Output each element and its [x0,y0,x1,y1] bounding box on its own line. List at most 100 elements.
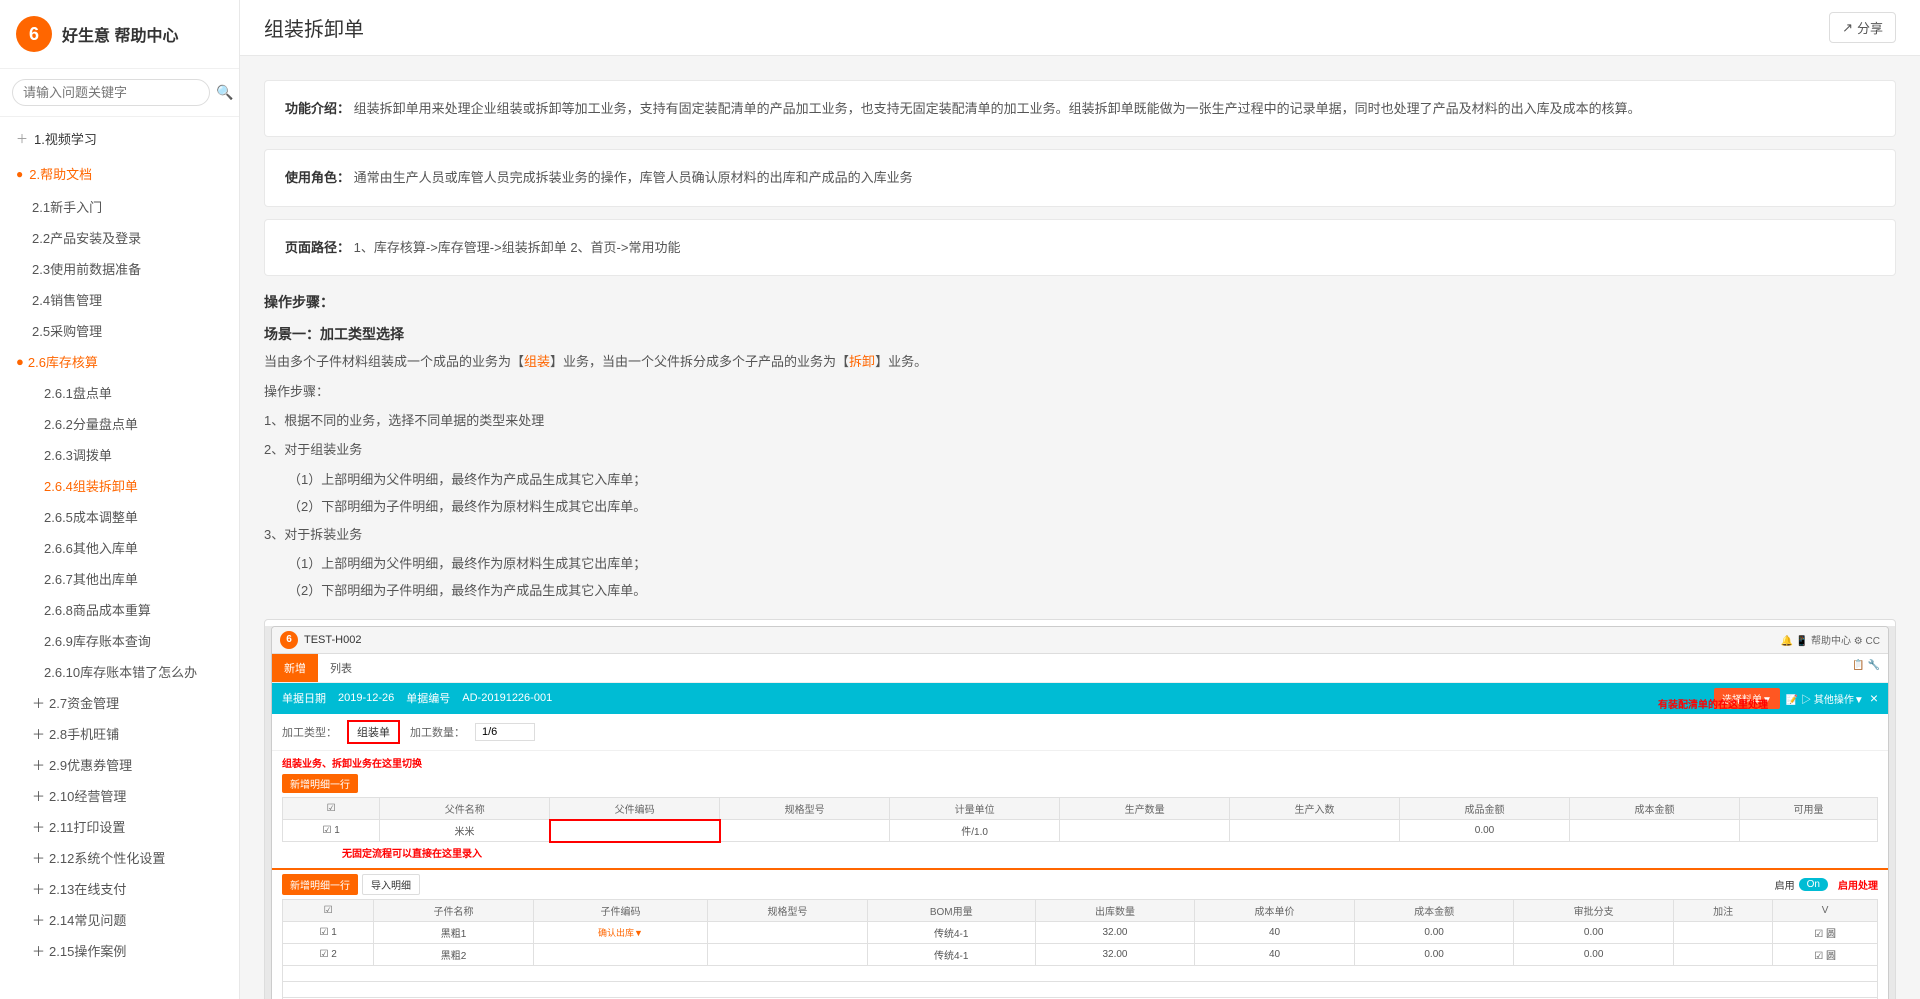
mock-ltd-7: 0.00 [1354,921,1514,943]
app-title: 好生意 帮助中心 [62,22,178,46]
sidebar-item-s24[interactable]: 2.4销售管理 [0,284,239,315]
plus-icon: ＋ [32,817,45,836]
page-title: 组装拆卸单 [264,13,364,42]
sidebar-item-s29[interactable]: ＋ 2.9优惠券管理 [0,749,239,780]
step1-text: 1、根据不同的业务，选择不同单据的类型来处理 [264,409,1896,432]
app-logo: 6 [16,16,52,52]
mock-num-val: AD-20191226-001 [462,692,552,704]
mock-date-label: 单据日期 [282,690,326,706]
sidebar-item-s22[interactable]: 2.2产品安装及登录 [0,222,239,253]
mock-th-1: 父件名称 [380,797,550,820]
sidebar-item-s267[interactable]: 2.6.7其他出库单 [0,563,239,594]
mock-upper-table: ☑ 父件名称 父件编码 规格型号 计量单位 生产数量 生产入数 成品金额 成本金 [282,797,1878,843]
sidebar-item-docs[interactable]: ● 2.帮助文档 [0,156,239,191]
mock-lower-row: ☑ 1 黑粗1 确认出库▼ 传统4-1 32.00 40 0.00 0.00 [283,921,1878,943]
mock-lth-3: 规格型号 [708,899,868,921]
mock-lth-5: 出库数量 [1035,899,1195,921]
mock-tab-list[interactable]: 列表 [318,654,364,682]
sidebar-item-s264[interactable]: 2.6.4组装拆卸单 [0,470,239,501]
mock-qty-input[interactable] [475,723,535,741]
mock-lower-table: ☑ 子件名称 子件编码 规格型号 BOM用量 出库数量 成本单价 成本金额 审批 [282,899,1878,999]
mock-ltd-2: 确认出库▼ [533,921,707,943]
mock-add-row-btn[interactable]: 新增明细一行 [282,774,358,793]
mock-lower-toolbar: 新增明细一行 导入明细 启用 On 启用处理 [282,874,1878,895]
mock-app: 6 TEST-H002 🔔 📱 帮助中心 ⚙ CC 新增 列表 📋 🔧 [271,626,1889,999]
sidebar-item-video[interactable]: ＋ 1.视频学习 [0,121,239,156]
mock-import-btn[interactable]: 导入明细 [362,874,420,895]
mock-ltd2-4: 传统4-1 [867,943,1035,965]
nav-section: ＋ 1.视频学习 ● 2.帮助文档 2.1新手入门 2.2产品安装及登录 2.3… [0,117,239,970]
sidebar-item-s2610[interactable]: 2.6.10库存账本错了怎么办 [0,656,239,687]
sidebar-item-s212[interactable]: ＋ 2.12系统个性化设置 [0,842,239,873]
mock-td-check: ☑ 1 [283,820,380,842]
mock-lth-2: 子件编码 [533,899,707,921]
sidebar-item-s21[interactable]: 2.1新手入门 [0,191,239,222]
mock-ltd2-10: ☑ 圆 [1773,943,1878,965]
steps-heading: 操作步骤： [264,292,1896,312]
mock-lth-1: 子件名称 [374,899,534,921]
mock-type-row: 加工类型： 组装单 加工数量： [272,714,1888,751]
sidebar-item-s23[interactable]: 2.3使用前数据准备 [0,253,239,284]
mock-ltd2-2 [533,943,707,965]
mock-ltd2-8: 0.00 [1514,943,1674,965]
mock-lower-row-2: ☑ 2 黑粗2 传统4-1 32.00 40 0.00 0.00 [283,943,1878,965]
sidebar-item-s215[interactable]: ＋ 2.15操作案例 [0,935,239,966]
sidebar-item-s213[interactable]: ＋ 2.13在线支付 [0,873,239,904]
mock-tab-new[interactable]: 新增 [272,654,318,682]
screenshot-wrapper: 6 TEST-H002 🔔 📱 帮助中心 ⚙ CC 新增 列表 📋 🔧 [265,626,1895,999]
mock-icons-area: 🔔 📱 帮助中心 ⚙ CC [1781,632,1880,647]
mock-lth-10: V [1773,899,1878,921]
link-assemble[interactable]: 组装 [524,354,550,369]
sidebar-item-s268[interactable]: 2.6.8商品成本重算 [0,594,239,625]
sidebar-item-s211[interactable]: ＋ 2.11打印设置 [0,811,239,842]
sidebar-item-s269[interactable]: 2.6.9库存账本查询 [0,625,239,656]
sidebar-item-s28[interactable]: ＋ 2.8手机旺铺 [0,718,239,749]
mock-td-entry [1230,820,1400,842]
scene1-heading: 场景一：加工类型选择 [264,324,1896,344]
mock-th-0: ☑ [283,797,380,820]
share-button[interactable]: ↗ 分享 [1829,12,1896,43]
mock-form-body: 有装配清单的在这里处理 加工类型： 组装单 加工数量： 组装业务、拆卸业务在这里… [272,714,1888,999]
annot2-text: 组装业务、拆卸业务在这里切换 [282,755,422,770]
mock-lower-row-3 [283,965,1878,981]
search-input[interactable] [12,79,210,106]
step2-2-text: （2）下部明细为子件明细，最终作为原材料生成其它出库单。 [264,495,1896,518]
mock-ltd2-9 [1673,943,1772,965]
scene1-desc: 当由多个子件材料组装成一个成品的业务为【组装】业务，当由一个父件拆分成多个子产品… [264,350,1896,373]
link-disassemble[interactable]: 拆卸 [849,354,875,369]
role-box: 使用角色： 通常由生产人员或库管人员完成拆装业务的操作，库管人员确认原材料的出库… [264,149,1896,206]
step2-text: 2、对于组装业务 [264,438,1896,461]
mock-close-icon[interactable]: × [1870,690,1878,706]
role-text: 通常由生产人员或库管人员完成拆装业务的操作，库管人员确认原材料的出库和产成品的入… [354,170,913,185]
sidebar-item-s27[interactable]: ＋ 2.7资金管理 [0,687,239,718]
mock-qty-label: 加工数量： [410,724,465,740]
mock-sub-add-btn[interactable]: 新增明细一行 [282,874,358,895]
sidebar-item-s266[interactable]: 2.6.6其他入库单 [0,532,239,563]
mock-ltd2-0: ☑ 2 [283,943,374,965]
mock-form-meta: 单据日期 2019-12-26 单据编号 AD-20191226-001 [282,690,552,706]
sidebar-item-s262[interactable]: 2.6.2分量盘点单 [0,408,239,439]
mock-enable-label: 启用 [1775,877,1795,892]
sidebar-item-s214[interactable]: ＋ 2.14常见问题 [0,904,239,935]
sidebar-item-s263[interactable]: 2.6.3调拨单 [0,439,239,470]
sidebar-item-s210[interactable]: ＋ 2.10经营管理 [0,780,239,811]
sidebar-item-s261[interactable]: 2.6.1盘点单 [0,377,239,408]
plus-icon: ＋ [32,848,45,867]
mock-ltd-0: ☑ 1 [283,921,374,943]
search-icon[interactable]: 🔍 [216,84,233,101]
mock-lower-header-row: ☑ 子件名称 子件编码 规格型号 BOM用量 出库数量 成本单价 成本金额 审批 [283,899,1878,921]
sidebar-item-s26[interactable]: ● 2.6库存核算 [0,346,239,377]
sidebar-item-s25[interactable]: 2.5采购管理 [0,315,239,346]
active-icon: ● [16,354,24,369]
mock-type-select[interactable]: 组装单 [347,720,400,744]
sidebar-item-s265[interactable]: 2.6.5成本调整单 [0,501,239,532]
mock-ltd-4: 传统4-1 [867,921,1035,943]
plus-icon: ＋ [32,879,45,898]
mock-lower-btns: 新增明细一行 导入明细 [282,874,420,895]
plus-icon: ＋ [32,786,45,805]
mock-num-label: 单据编号 [406,690,450,706]
mock-td-prodamt: 0.00 [1400,820,1570,842]
mock-empty-row-2 [283,981,1878,997]
mock-side-icons: 📋 🔧 [1844,654,1888,682]
mock-on-toggle[interactable]: On [1799,878,1828,891]
